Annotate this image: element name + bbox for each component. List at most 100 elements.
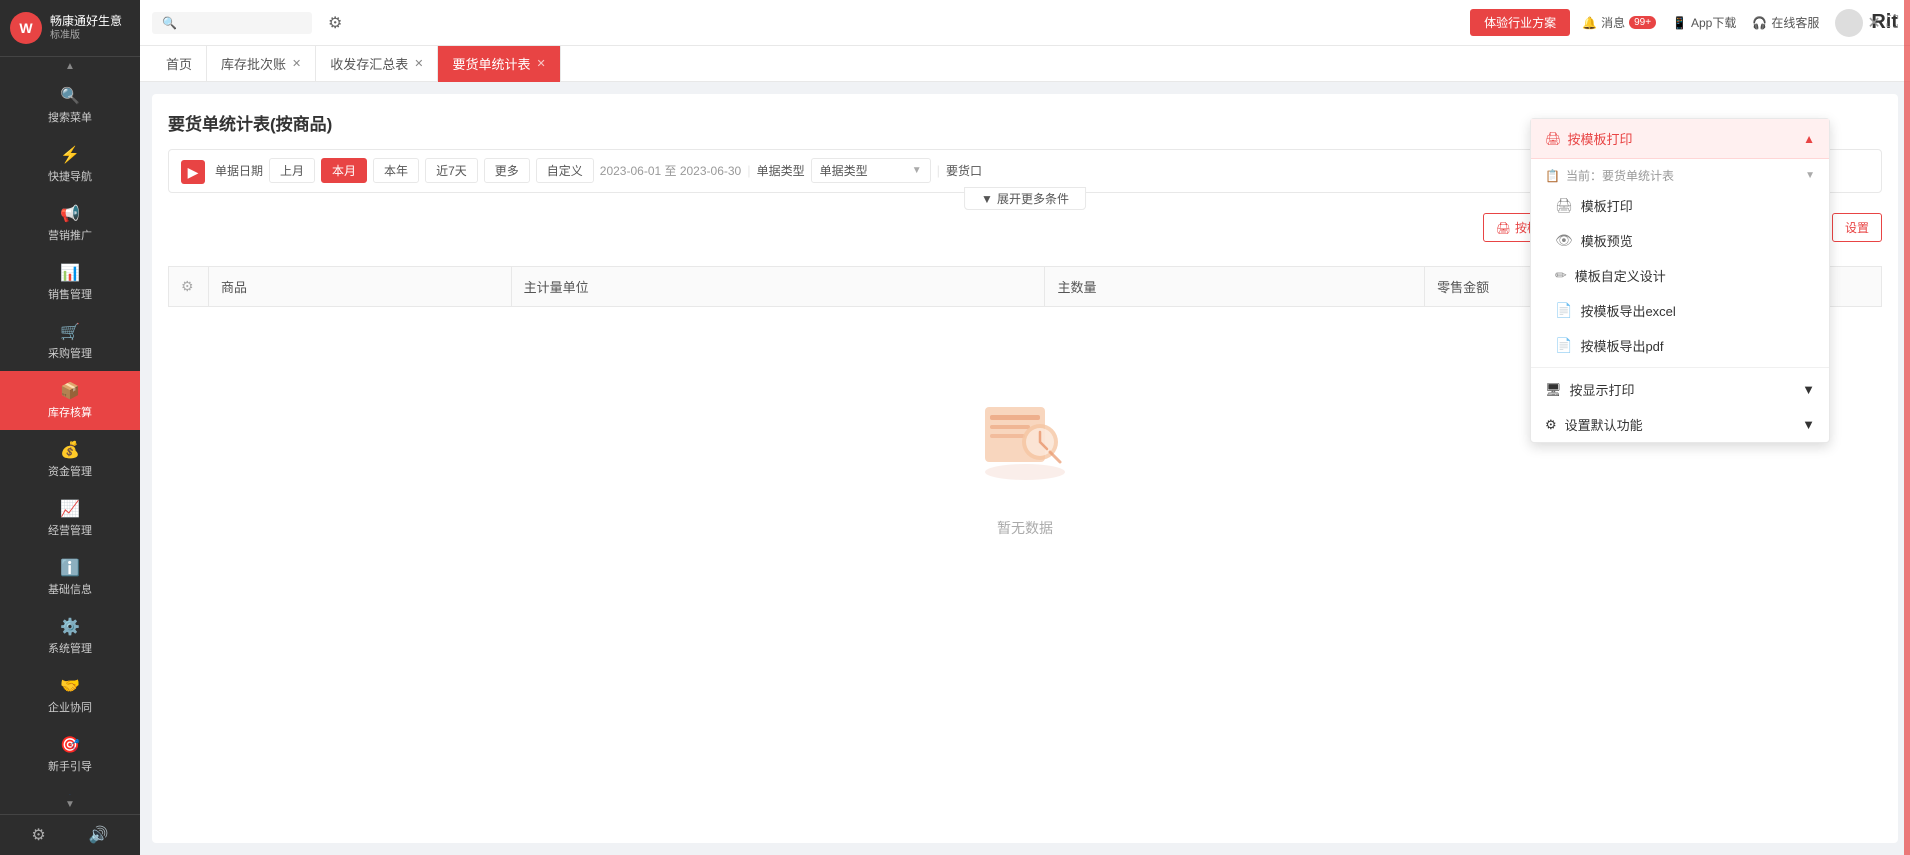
tab-order-stats[interactable]: 要货单统计表 ✕: [438, 46, 560, 82]
sidebar-bottom: ⚙ 🔊: [0, 814, 140, 855]
tpd-item-template-custom[interactable]: ✏ 模板自定义设计: [1531, 258, 1829, 293]
tab-inventory-batch[interactable]: 库存批次账 ✕: [207, 46, 316, 82]
order-status-label: 要货口: [946, 162, 982, 179]
industry-btn[interactable]: 体验行业方案: [1470, 9, 1570, 36]
tpd-excel-icon: 📄: [1555, 302, 1572, 319]
tpd-func-arrow: ▼: [1802, 417, 1815, 432]
resize-handle[interactable]: [1904, 0, 1910, 855]
service-icon: 🎧: [1752, 16, 1767, 30]
col-goods: 商品: [209, 267, 512, 307]
date-this-month[interactable]: 本月: [321, 158, 367, 183]
tpd-item-template-pdf[interactable]: 📄 按模板导出pdf: [1531, 328, 1829, 363]
sidebar-nav: 🔍 搜索菜单 ⚡ 快捷导航 📢 营销推广 📊 销售管理 🛒 采购管理 📦 库存核…: [0, 76, 140, 795]
tpd-display-arrow: ▼: [1802, 382, 1815, 397]
date-range-display: 2023-06-01 至 2023-06-30: [600, 162, 741, 179]
sidebar-item-marketing[interactable]: 📢 营销推广: [0, 194, 140, 253]
col-unit: 主计量单位: [511, 267, 1045, 307]
tpd-default-func-row[interactable]: ⚙ 设置默认功能 ▼: [1531, 407, 1829, 442]
sidebar-scroll-down[interactable]: ▼: [0, 795, 140, 814]
tabs-bar: 首页 库存批次账 ✕ 收发存汇总表 ✕ 要货单统计表 ✕: [140, 46, 1910, 82]
settings-btn[interactable]: 设置: [1832, 213, 1882, 242]
sidebar-item-purchase[interactable]: 🛒 采购管理: [0, 312, 140, 371]
tpd-display-icon: 🖥: [1545, 382, 1562, 398]
tpd-current-section: 📋 当前：要货单统计表 ▼: [1531, 159, 1829, 188]
tpd-item-template-preview[interactable]: 👁 模板预览: [1531, 223, 1829, 258]
tpd-collapse-icon: ▲: [1803, 132, 1815, 146]
tpd-func-icon: ⚙: [1545, 417, 1557, 433]
sidebar-item-finance[interactable]: 💰 资金管理: [0, 430, 140, 489]
close-window-icon[interactable]: ✕: [1867, 13, 1880, 33]
sidebar-scroll-up[interactable]: ▲: [0, 57, 140, 76]
date-last-month[interactable]: 上月: [269, 158, 315, 183]
tpd-current-arrow: ▼: [1805, 170, 1815, 181]
topbar: 🔍 ⚙ 体验行业方案 🔔 消息 99+ 📱 App下载 🎧 在线客服 Rit: [140, 0, 1910, 46]
tab-home[interactable]: 首页: [152, 46, 207, 82]
template-print-dropdown: 🖨 按模板打印 ▲ 📋 当前：要货单统计表 ▼ 🖨 模板打印: [1530, 118, 1830, 443]
sidebar-item-collab[interactable]: 🤝 企业协同: [0, 666, 140, 725]
tpd-item-template-print[interactable]: 🖨 模板打印: [1531, 188, 1829, 223]
date-this-year[interactable]: 本年: [373, 158, 419, 183]
basic-icon: ℹ️: [60, 558, 80, 578]
sidebar-item-system[interactable]: ⚙️ 系统管理: [0, 607, 140, 666]
tpd-custom-icon: ✏: [1555, 267, 1567, 284]
notification-badge: 99+: [1629, 16, 1656, 29]
empty-text: 暂无数据: [997, 518, 1053, 538]
date-label: 单据日期: [215, 162, 263, 179]
type-select[interactable]: 单据类型 ▼: [811, 158, 931, 183]
close-tab-order-stats[interactable]: ✕: [537, 57, 546, 70]
settings-bottom-icon[interactable]: ⚙: [31, 825, 45, 845]
tpd-default-func-left: ⚙ 设置默认功能: [1545, 415, 1643, 434]
tpd-current-icon: 📋: [1545, 169, 1560, 183]
maximize-window-icon[interactable]: ⛶: [1887, 14, 1898, 32]
tpd-print-icon: 🖨: [1555, 197, 1573, 214]
app-logo-icon: W: [10, 12, 42, 44]
close-tab-inventory-batch[interactable]: ✕: [292, 57, 301, 70]
tpd-header[interactable]: 🖨 按模板打印 ▲: [1531, 119, 1829, 159]
main-area: 🔍 ⚙ 体验行业方案 🔔 消息 99+ 📱 App下载 🎧 在线客服 Rit: [140, 0, 1910, 855]
sidebar-item-guide[interactable]: 🎯 新手引导: [0, 725, 140, 784]
tpd-preview-icon: 👁: [1555, 232, 1573, 249]
filter-separator2: |: [937, 163, 940, 178]
inventory-icon: 📦: [60, 381, 80, 401]
notifications-btn[interactable]: 🔔 消息 99+: [1582, 14, 1656, 31]
date-7days[interactable]: 近7天: [425, 158, 478, 183]
sidebar-item-operations[interactable]: 📈 经营管理: [0, 489, 140, 548]
system-icon: ⚙️: [60, 617, 80, 637]
sidebar-item-search[interactable]: 🔍 搜索菜单: [0, 76, 140, 135]
date-more[interactable]: 更多: [484, 158, 530, 183]
customer-service-btn[interactable]: 🎧 在线客服: [1752, 14, 1819, 31]
sales-icon: 📊: [60, 263, 80, 283]
table-settings-icon[interactable]: ⚙: [181, 278, 194, 294]
sidebar-item-inventory[interactable]: 📦 库存核算: [0, 371, 140, 430]
sidebar-logo: W 畅康通好生意 标准版: [0, 0, 140, 57]
sidebar-item-apps[interactable]: 🔷 应用中心: [0, 784, 140, 795]
date-custom[interactable]: 自定义: [536, 158, 594, 183]
printer-icon: 🖨: [1496, 221, 1511, 235]
sidebar-item-shortcut[interactable]: ⚡ 快捷导航: [0, 135, 140, 194]
sound-icon[interactable]: 🔊: [89, 825, 109, 845]
app-download-btn[interactable]: 📱 App下载: [1672, 14, 1736, 31]
filter-expand-arrow[interactable]: ▶: [181, 160, 205, 184]
tab-receipt-summary[interactable]: 收发存汇总表 ✕: [316, 46, 438, 82]
app-name: 畅康通好生意 标准版: [50, 14, 122, 43]
close-tab-receipt-summary[interactable]: ✕: [414, 57, 423, 70]
topbar-search[interactable]: 🔍: [152, 12, 312, 34]
sidebar-item-sales[interactable]: 📊 销售管理: [0, 253, 140, 312]
download-icon: 📱: [1672, 16, 1687, 30]
tpd-display-print-row[interactable]: 🖥 按显示打印 ▼: [1531, 372, 1829, 407]
tpd-header-left: 🖨 按模板打印: [1545, 129, 1633, 148]
guide-icon: 🎯: [60, 735, 80, 755]
gear-icon[interactable]: ⚙: [328, 13, 342, 33]
avatar: [1835, 9, 1863, 37]
col-settings[interactable]: ⚙: [169, 267, 209, 307]
marketing-icon: 📢: [60, 204, 80, 224]
operations-icon: 📈: [60, 499, 80, 519]
tpd-item-template-excel[interactable]: 📄 按模板导出excel: [1531, 293, 1829, 328]
sidebar-item-basic[interactable]: ℹ️ 基础信息: [0, 548, 140, 607]
tpd-display-print-left: 🖥 按显示打印: [1545, 380, 1635, 399]
filter-separator: |: [747, 163, 750, 178]
shortcut-icon: ⚡: [60, 145, 80, 165]
expand-conditions-btn[interactable]: ▼ 展开更多条件: [964, 187, 1086, 210]
finance-icon: 💰: [60, 440, 80, 460]
expand-icon: ▼: [981, 192, 993, 206]
